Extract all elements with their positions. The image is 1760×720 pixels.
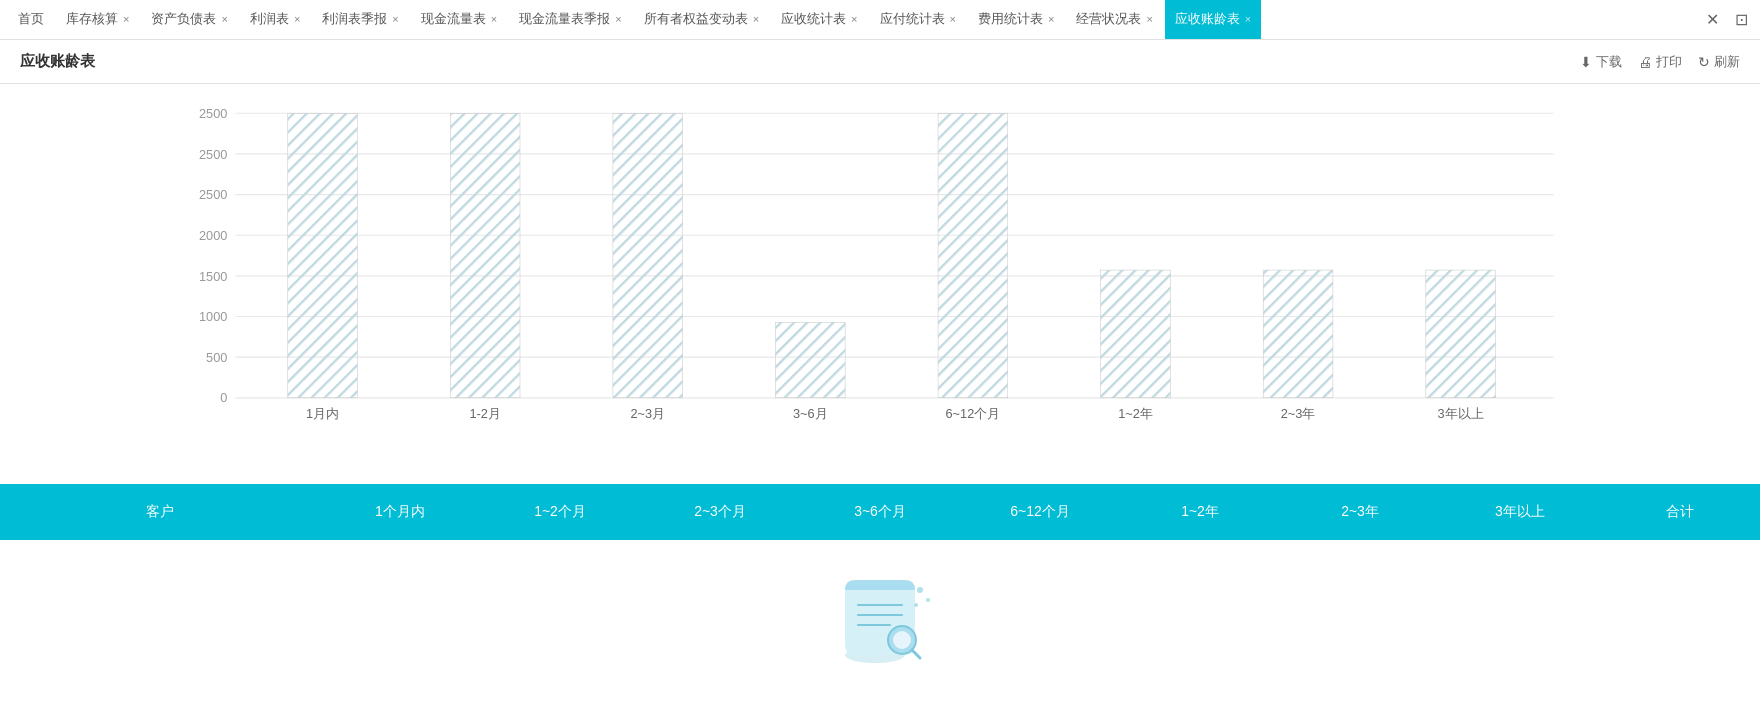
tab-equity-label: 所有者权益变动表	[644, 10, 748, 28]
header-actions: ⬇ 下载 🖨 打印 ↻ 刷新	[1580, 53, 1740, 71]
svg-rect-20	[938, 113, 1008, 398]
tab-cashflow-quarterly-close[interactable]: ×	[615, 13, 621, 25]
tab-inventory[interactable]: 库存核算 ×	[56, 0, 139, 40]
tab-profit[interactable]: 利润表 ×	[240, 0, 310, 40]
tab-receivable-aging-close[interactable]: ×	[1245, 13, 1251, 25]
tab-bar-actions: ✕ ⊡	[1702, 6, 1752, 33]
col-2-3month: 2~3个月	[640, 503, 800, 521]
col-1month: 1个月内	[320, 503, 480, 521]
tab-payable-stat-label: 应付统计表	[880, 10, 945, 28]
print-icon: 🖨	[1638, 54, 1652, 70]
svg-text:2~3月: 2~3月	[630, 406, 665, 421]
tab-receivable-aging-label: 应收账龄表	[1175, 10, 1240, 28]
tab-receivable-aging[interactable]: 应收账龄表 ×	[1165, 0, 1261, 40]
empty-state	[0, 540, 1760, 700]
svg-text:1月内: 1月内	[306, 406, 339, 421]
tab-home-label: 首页	[18, 10, 44, 28]
tab-bar: 首页 库存核算 × 资产负债表 × 利润表 × 利润表季报 × 现金流量表 × …	[0, 0, 1760, 40]
col-3-6month: 3~6个月	[800, 503, 960, 521]
col-1-2year: 1~2年	[1120, 503, 1280, 521]
svg-point-42	[914, 603, 918, 607]
empty-icon	[820, 570, 940, 670]
page-header: 应收账龄表 ⬇ 下载 🖨 打印 ↻ 刷新	[0, 40, 1760, 84]
tab-business-status-label: 经营状况表	[1076, 10, 1141, 28]
col-total: 合计	[1600, 503, 1760, 521]
svg-point-41	[926, 598, 930, 602]
svg-text:1-2月: 1-2月	[469, 406, 500, 421]
tab-inventory-label: 库存核算	[66, 10, 118, 28]
tab-balance-sheet[interactable]: 资产负债表 ×	[141, 0, 237, 40]
tab-balance-label: 资产负债表	[151, 10, 216, 28]
tab-payable-stat[interactable]: 应付统计表 ×	[870, 0, 966, 40]
svg-text:6~12个月: 6~12个月	[946, 406, 1001, 421]
download-label: 下载	[1596, 53, 1622, 71]
refresh-icon: ↻	[1698, 54, 1710, 70]
tab-profit-close[interactable]: ×	[294, 13, 300, 25]
bar-chart: 2500 2500 2500 2000 1500 1000 500 0	[40, 104, 1720, 464]
tab-profit-label: 利润表	[250, 10, 289, 28]
col-6-12month: 6~12个月	[960, 503, 1120, 521]
svg-text:2500: 2500	[199, 187, 227, 202]
page-title: 应收账龄表	[20, 52, 95, 71]
print-label: 打印	[1656, 53, 1682, 71]
table-header: 客户 1个月内 1~2个月 2~3个月 3~6个月 6~12个月 1~2年 2~…	[0, 484, 1760, 540]
svg-rect-21	[1101, 270, 1171, 398]
window-maximize-icon[interactable]: ⊡	[1731, 6, 1752, 33]
svg-text:1000: 1000	[199, 309, 227, 324]
svg-line-39	[912, 650, 920, 658]
download-icon: ⬇	[1580, 54, 1592, 70]
refresh-label: 刷新	[1714, 53, 1740, 71]
svg-text:2500: 2500	[199, 106, 227, 121]
tab-business-status-close[interactable]: ×	[1146, 13, 1152, 25]
svg-text:1~2年: 1~2年	[1118, 406, 1153, 421]
tab-inventory-close[interactable]: ×	[123, 13, 129, 25]
tab-balance-close[interactable]: ×	[221, 13, 227, 25]
svg-text:2~3年: 2~3年	[1281, 406, 1316, 421]
tab-cashflow-quarterly[interactable]: 现金流量表季报 ×	[509, 0, 631, 40]
tab-cashflow-quarterly-label: 现金流量表季报	[519, 10, 610, 28]
window-close-icon[interactable]: ✕	[1702, 6, 1723, 33]
tab-cashflow[interactable]: 现金流量表 ×	[411, 0, 507, 40]
tab-expense-stat[interactable]: 费用统计表 ×	[968, 0, 1064, 40]
tab-cashflow-label: 现金流量表	[421, 10, 486, 28]
tab-expense-stat-close[interactable]: ×	[1048, 13, 1054, 25]
svg-rect-22	[1263, 270, 1333, 398]
svg-rect-19	[775, 322, 845, 397]
svg-text:1500: 1500	[199, 269, 227, 284]
svg-text:2000: 2000	[199, 228, 227, 243]
refresh-button[interactable]: ↻ 刷新	[1698, 53, 1740, 71]
chart-area: 2500 2500 2500 2000 1500 1000 500 0	[0, 84, 1760, 484]
tab-equity-close[interactable]: ×	[753, 13, 759, 25]
svg-text:500: 500	[206, 350, 227, 365]
tab-expense-stat-label: 费用统计表	[978, 10, 1043, 28]
tab-home[interactable]: 首页	[8, 0, 54, 40]
tab-receivable-stat-label: 应收统计表	[781, 10, 846, 28]
svg-text:3年以上: 3年以上	[1438, 406, 1484, 421]
tab-payable-stat-close[interactable]: ×	[950, 13, 956, 25]
svg-text:3~6月: 3~6月	[793, 406, 828, 421]
tab-profit-quarterly-label: 利润表季报	[322, 10, 387, 28]
tab-profit-quarterly-close[interactable]: ×	[392, 13, 398, 25]
svg-point-40	[917, 587, 923, 593]
svg-rect-17	[450, 113, 520, 398]
main-content: 2500 2500 2500 2000 1500 1000 500 0	[0, 84, 1760, 720]
tab-profit-quarterly[interactable]: 利润表季报 ×	[312, 0, 408, 40]
tab-receivable-stat-close[interactable]: ×	[851, 13, 857, 25]
print-button[interactable]: 🖨 打印	[1638, 53, 1682, 71]
svg-text:0: 0	[220, 390, 227, 405]
col-1-2month: 1~2个月	[480, 503, 640, 521]
svg-rect-23	[1426, 270, 1496, 398]
tab-business-status[interactable]: 经营状况表 ×	[1066, 0, 1162, 40]
tab-receivable-stat[interactable]: 应收统计表 ×	[771, 0, 867, 40]
svg-rect-18	[613, 113, 683, 398]
svg-point-38	[893, 631, 911, 649]
svg-text:2500: 2500	[199, 147, 227, 162]
tab-equity[interactable]: 所有者权益变动表 ×	[634, 0, 769, 40]
col-3year-plus: 3年以上	[1440, 503, 1600, 521]
svg-rect-16	[288, 113, 358, 398]
col-customer: 客户	[0, 503, 320, 521]
tab-cashflow-close[interactable]: ×	[491, 13, 497, 25]
col-2-3year: 2~3年	[1280, 503, 1440, 521]
download-button[interactable]: ⬇ 下载	[1580, 53, 1622, 71]
